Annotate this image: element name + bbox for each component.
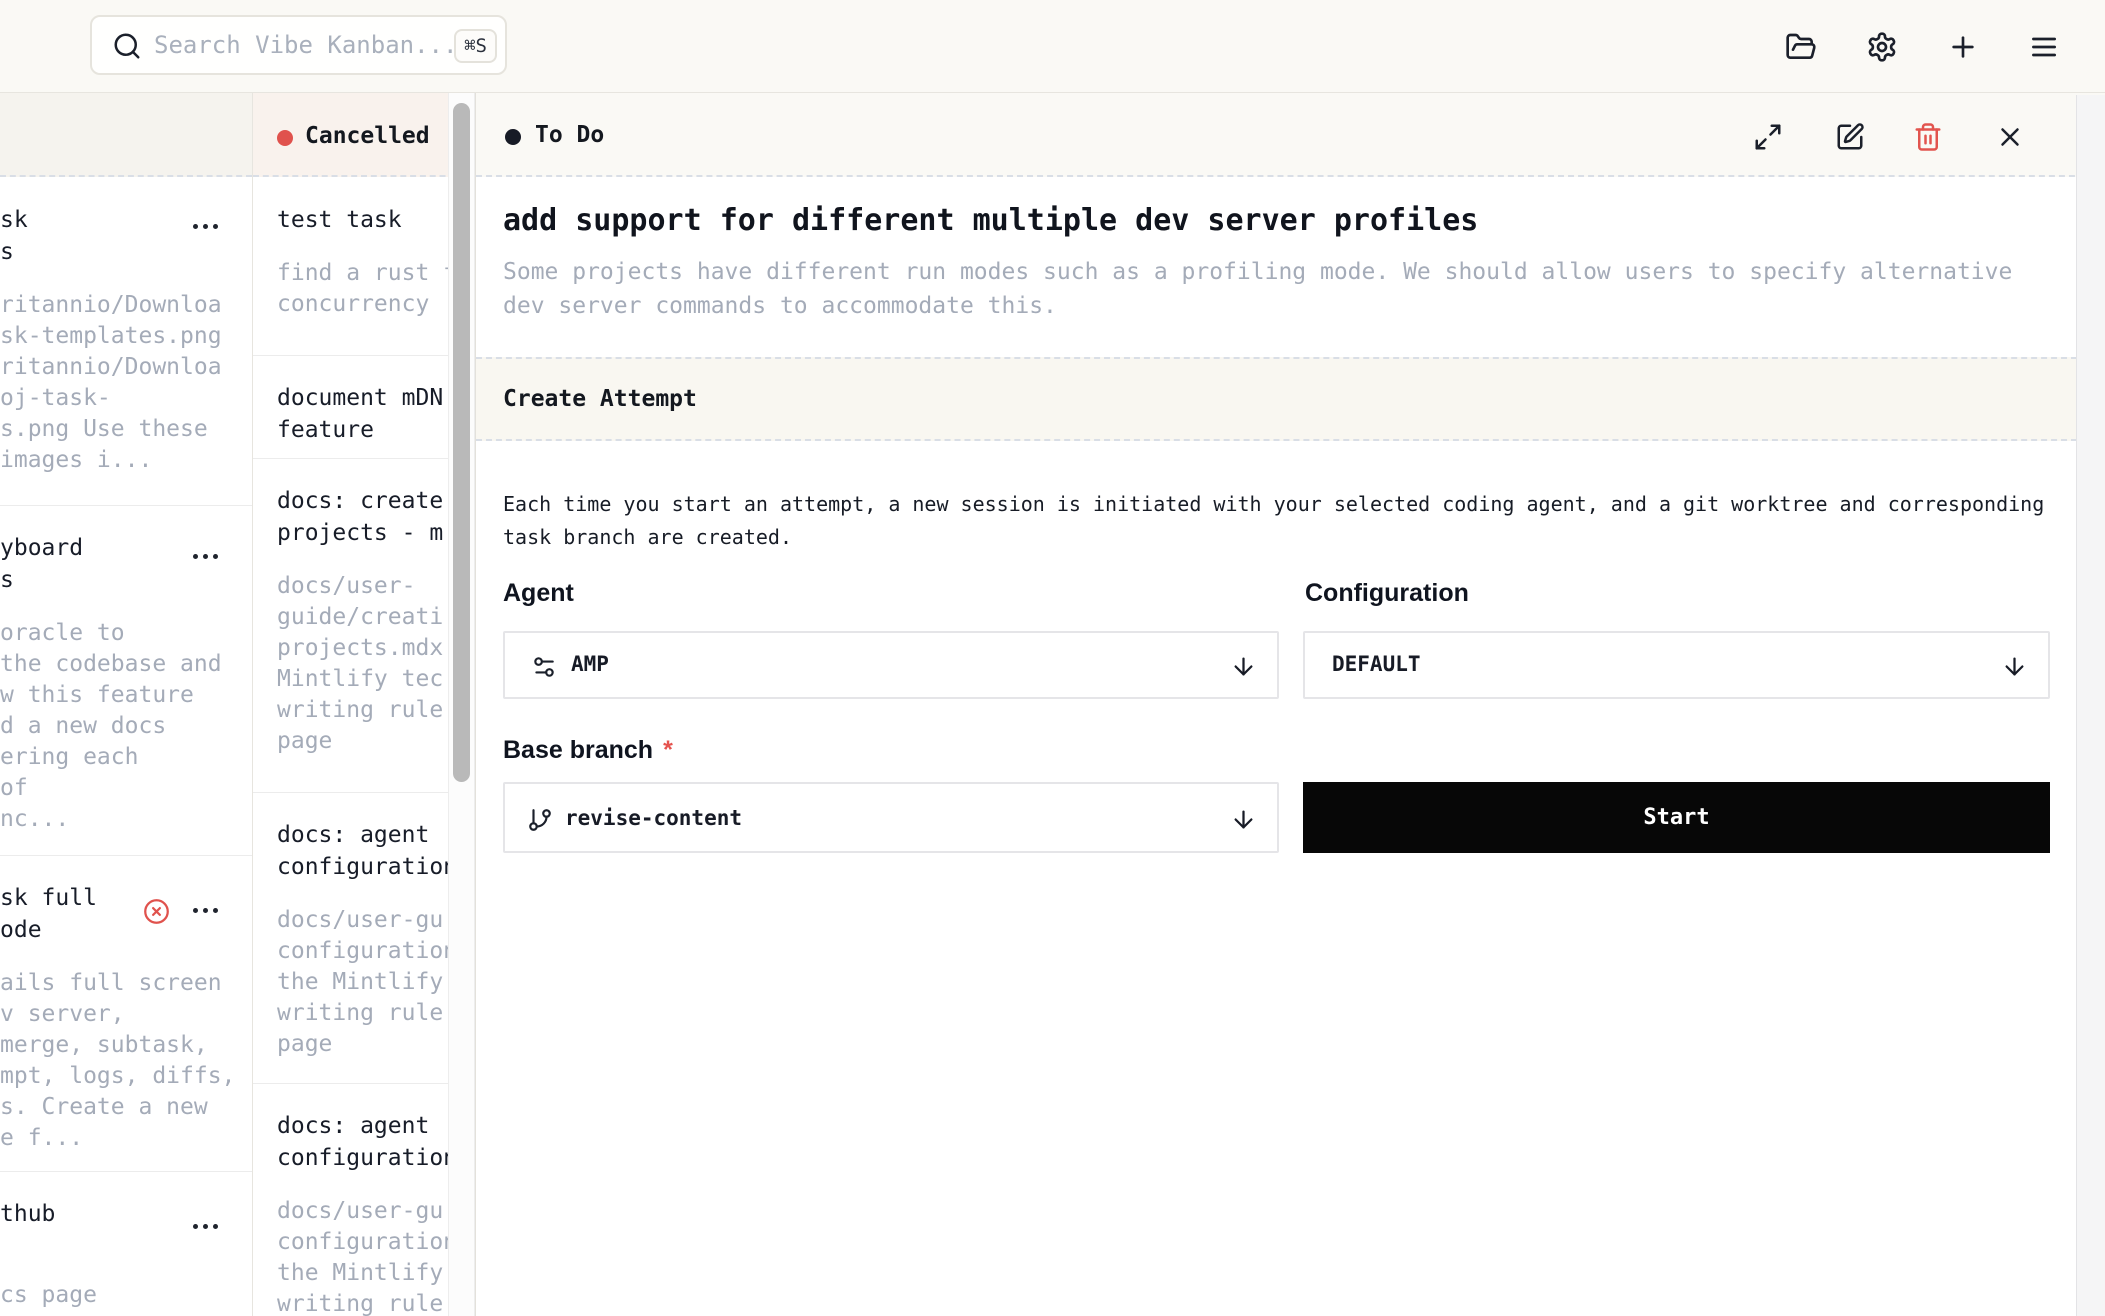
create-attempt-info: Each time you start an attempt, a new se… — [503, 492, 2045, 549]
task-panel-header: To Do — [476, 93, 2105, 177]
required-asterisk: * — [663, 736, 673, 764]
chevron-down-icon — [1230, 653, 1257, 680]
git-branch-icon — [527, 807, 553, 833]
cancelled-status-dot — [277, 130, 293, 146]
task-card[interactable]: docs: agent configuration docs/user-gu c… — [253, 793, 475, 1084]
ellipsis-icon[interactable] — [193, 224, 218, 229]
task-card[interactable]: yboard s oracle to the codebase and w th… — [0, 506, 252, 856]
task-card[interactable]: docs: agent configuration docs/user-gu c… — [253, 1084, 475, 1316]
task-card-title: yboard s — [0, 535, 84, 593]
chevron-down-icon — [1230, 806, 1257, 833]
agent-dropdown[interactable]: AMP — [503, 631, 1279, 699]
configuration-value: DEFAULT — [1332, 652, 1421, 676]
task-card-description: oracle to the codebase and w this featur… — [0, 620, 222, 832]
task-card-description: docs/user-gu configuration the Mintlify … — [277, 907, 458, 1057]
top-bar: ⌘S — [0, 0, 2105, 93]
task-card-description: docs/user- guide/creati projects.mdx Min… — [277, 573, 444, 754]
close-icon[interactable] — [1995, 122, 2027, 154]
task-card-title: docs: create projects - m — [277, 488, 444, 546]
kanban-column-cancelled: Cancelled test task find a rust f concur… — [253, 93, 475, 1316]
expand-icon[interactable] — [1753, 122, 1785, 154]
edit-icon[interactable] — [1835, 122, 1867, 154]
task-card-description: cs page — [0, 1282, 97, 1308]
configuration-label: Configuration — [1305, 579, 1469, 607]
hamburger-menu-icon[interactable] — [2028, 31, 2060, 63]
task-card[interactable]: sk s ritannio/Downloa sk-templates.png r… — [0, 178, 252, 506]
gear-icon[interactable] — [1866, 31, 1898, 63]
kanban-board: sk s ritannio/Downloa sk-templates.png r… — [0, 93, 475, 1316]
circle-x-icon — [143, 898, 170, 925]
board-scrollbar-track[interactable] — [448, 93, 475, 1316]
search-box[interactable]: ⌘S — [90, 15, 507, 75]
task-card-title: sk s — [0, 207, 28, 265]
trash-icon[interactable] — [1913, 122, 1945, 154]
task-status-label: To Do — [535, 122, 605, 148]
task-detail-panel: To Do add support for different multiple… — [475, 93, 2105, 1316]
task-card-title: test task — [277, 207, 402, 233]
task-card-description: find a rust f concurrency — [277, 260, 457, 317]
task-card[interactable]: test task find a rust f concurrency — [253, 178, 475, 356]
sliders-icon — [531, 654, 557, 680]
plus-icon[interactable] — [1947, 31, 1979, 63]
folder-open-icon[interactable] — [1785, 31, 1817, 63]
base-branch-dropdown[interactable]: revise-content — [503, 782, 1279, 853]
column-header-cancelled: Cancelled — [253, 93, 475, 177]
column-title: Cancelled — [305, 123, 430, 149]
ellipsis-icon[interactable] — [193, 1224, 218, 1229]
task-card-description: ails full screen v server, merge, subtas… — [0, 970, 236, 1151]
base-branch-label: Base branch * — [503, 736, 673, 764]
task-card-title: docs: agent configuration — [277, 1113, 458, 1171]
search-input[interactable] — [154, 17, 454, 73]
task-card-description: ritannio/Downloa sk-templates.png ritann… — [0, 292, 222, 473]
task-card[interactable]: thub cs page — [0, 1172, 252, 1316]
ellipsis-icon[interactable] — [193, 554, 218, 559]
todo-status-dot — [505, 129, 521, 145]
kanban-column-left: sk s ritannio/Downloa sk-templates.png r… — [0, 93, 253, 1316]
agent-value: AMP — [571, 652, 609, 676]
agent-label: Agent — [503, 579, 574, 607]
task-card[interactable]: document mDN feature — [253, 356, 475, 459]
task-description: Some projects have different run modes s… — [503, 259, 2013, 319]
create-attempt-section-header: Create Attempt — [476, 357, 2077, 441]
task-card-title: docs: agent configuration — [277, 822, 458, 880]
task-card-title: document mDN feature — [277, 385, 444, 443]
ellipsis-icon[interactable] — [193, 908, 218, 913]
create-attempt-heading: Create Attempt — [503, 386, 697, 412]
task-title: add support for different multiple dev s… — [503, 203, 1479, 238]
task-card-title: sk full ode — [0, 885, 97, 943]
task-card-description: docs/user-gu configuration the Mintlify … — [277, 1198, 458, 1316]
board-scrollbar-thumb[interactable] — [453, 103, 470, 782]
configuration-dropdown[interactable]: DEFAULT — [1303, 631, 2050, 699]
panel-scrollbar-track[interactable] — [2076, 95, 2105, 1316]
search-icon — [114, 33, 140, 59]
chevron-down-icon — [2001, 653, 2028, 680]
column-header — [0, 93, 252, 177]
base-branch-value: revise-content — [565, 806, 743, 830]
task-card[interactable]: sk full ode ails full screen v server, m… — [0, 856, 252, 1172]
search-shortcut-badge: ⌘S — [454, 29, 497, 63]
start-button[interactable]: Start — [1303, 782, 2050, 853]
task-card[interactable]: docs: create projects - m docs/user- gui… — [253, 459, 475, 793]
